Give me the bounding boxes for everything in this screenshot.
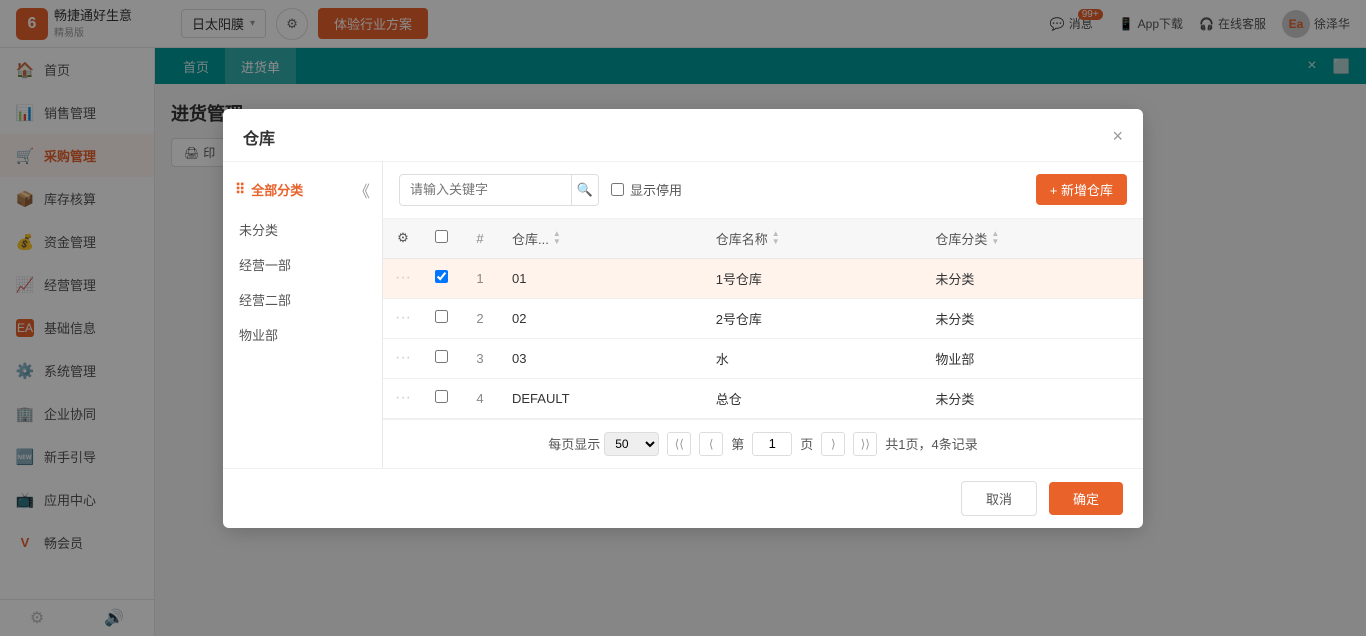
page-prev-button[interactable]: ⟨: [699, 432, 723, 456]
row-more-icon[interactable]: ···: [395, 389, 411, 406]
dialog-footer: 取消 确定: [223, 468, 1143, 528]
col-name-header: 仓库名称 ▲▼: [704, 219, 924, 259]
dialog-overlay: 仓库 × ⠿ 全部分类 《 未分类 经营一部 经营二部 物业部: [0, 0, 1366, 636]
row-checkbox[interactable]: [435, 390, 448, 403]
row-more-icon[interactable]: ···: [395, 309, 411, 326]
row-name: 2号仓库: [704, 298, 924, 338]
row-category: 未分类: [923, 378, 1143, 418]
search-icon-button[interactable]: 🔍: [571, 175, 598, 205]
row-checkbox[interactable]: [435, 350, 448, 363]
col-gear-header: ⚙: [383, 219, 423, 259]
cat-item-property[interactable]: 物业部: [223, 317, 382, 352]
row-num: 1: [460, 258, 500, 298]
cat-header-label: ⠿ 全部分类: [235, 180, 303, 199]
row-name: 总仓: [704, 378, 924, 418]
page-input[interactable]: [752, 432, 792, 456]
table-row[interactable]: ··· 4 DEFAULT 总仓 未分类: [383, 378, 1143, 418]
row-num: 4: [460, 378, 500, 418]
show-disabled-wrap: 显示停用: [611, 180, 682, 199]
total-info: 共1页，4条记录: [885, 434, 977, 453]
row-checkbox-cell: [423, 258, 460, 298]
cat-item-unclassified[interactable]: 未分类: [223, 212, 382, 247]
page-next-button[interactable]: ⟩: [821, 432, 845, 456]
row-actions[interactable]: ···: [383, 258, 423, 298]
category-sidebar: ⠿ 全部分类 《 未分类 经营一部 经营二部 物业部: [223, 162, 383, 468]
dialog-toolbar: 🔍 显示停用 + 新增仓库: [383, 162, 1143, 219]
col-check-header: [423, 219, 460, 259]
row-category: 未分类: [923, 258, 1143, 298]
row-code: 02: [500, 298, 704, 338]
select-all-checkbox[interactable]: [435, 230, 448, 243]
page-first-button[interactable]: ⟨⟨: [667, 432, 691, 456]
row-more-icon[interactable]: ···: [395, 349, 411, 366]
row-actions[interactable]: ···: [383, 298, 423, 338]
warehouse-table: ⚙ # 仓库... ▲▼: [383, 219, 1143, 419]
warehouse-dialog: 仓库 × ⠿ 全部分类 《 未分类 经营一部 经营二部 物业部: [223, 109, 1143, 528]
search-input[interactable]: [400, 177, 571, 202]
category-sort-icon[interactable]: ▲▼: [991, 230, 999, 246]
dialog-close-button[interactable]: ×: [1112, 126, 1123, 147]
table-row[interactable]: ··· 1 01 1号仓库 未分类: [383, 258, 1143, 298]
dialog-body: ⠿ 全部分类 《 未分类 经营一部 经营二部 物业部 🔍: [223, 162, 1143, 468]
row-actions[interactable]: ···: [383, 378, 423, 418]
row-checkbox[interactable]: [435, 270, 448, 283]
cat-dots-icon: ⠿: [235, 181, 245, 198]
dialog-header: 仓库 ×: [223, 109, 1143, 162]
row-more-icon[interactable]: ···: [395, 269, 411, 286]
page-label: 第: [731, 434, 744, 453]
cat-item-ops1[interactable]: 经营一部: [223, 247, 382, 282]
row-name: 水: [704, 338, 924, 378]
row-category: 未分类: [923, 298, 1143, 338]
name-sort-icon[interactable]: ▲▼: [772, 230, 780, 246]
row-category: 物业部: [923, 338, 1143, 378]
page-last-button[interactable]: ⟩⟩: [853, 432, 877, 456]
row-checkbox-cell: [423, 338, 460, 378]
warehouse-table-body: ··· 1 01 1号仓库 未分类 ··· 2 02 2号仓库 未分类 ···: [383, 258, 1143, 418]
col-category-header: 仓库分类 ▲▼: [923, 219, 1143, 259]
dialog-title: 仓库: [243, 125, 275, 149]
row-checkbox[interactable]: [435, 310, 448, 323]
row-name: 1号仓库: [704, 258, 924, 298]
show-disabled-label: 显示停用: [630, 180, 682, 199]
page-unit: 页: [800, 434, 813, 453]
cat-collapse-button[interactable]: 《: [354, 178, 370, 202]
cat-header: ⠿ 全部分类 《: [223, 172, 382, 208]
dialog-main: 🔍 显示停用 + 新增仓库 ⚙: [383, 162, 1143, 468]
col-num-header: #: [460, 219, 500, 259]
row-code: 03: [500, 338, 704, 378]
confirm-button[interactable]: 确定: [1049, 482, 1123, 515]
row-code: DEFAULT: [500, 378, 704, 418]
code-sort-icon[interactable]: ▲▼: [553, 230, 561, 246]
col-code-header: 仓库... ▲▼: [500, 219, 704, 259]
row-checkbox-cell: [423, 298, 460, 338]
add-warehouse-button[interactable]: + 新增仓库: [1036, 174, 1127, 205]
pagination: 每页显示 50 10 20 100 ⟨⟨ ⟨ 第 页 ⟩ ⟩⟩: [383, 419, 1143, 468]
cat-item-ops2[interactable]: 经营二部: [223, 282, 382, 317]
table-header-row: ⚙ # 仓库... ▲▼: [383, 219, 1143, 259]
per-page-label: 每页显示: [548, 434, 600, 453]
row-num: 3: [460, 338, 500, 378]
table-row[interactable]: ··· 2 02 2号仓库 未分类: [383, 298, 1143, 338]
show-disabled-checkbox[interactable]: [611, 183, 624, 196]
row-num: 2: [460, 298, 500, 338]
warehouse-table-wrap: ⚙ # 仓库... ▲▼: [383, 219, 1143, 419]
cancel-button[interactable]: 取消: [961, 481, 1037, 516]
row-actions[interactable]: ···: [383, 338, 423, 378]
search-input-wrap: 🔍: [399, 174, 599, 206]
per-page-select: 每页显示 50 10 20 100: [548, 432, 659, 456]
row-checkbox-cell: [423, 378, 460, 418]
row-code: 01: [500, 258, 704, 298]
table-row[interactable]: ··· 3 03 水 物业部: [383, 338, 1143, 378]
per-page-dropdown[interactable]: 50 10 20 100: [604, 432, 659, 456]
